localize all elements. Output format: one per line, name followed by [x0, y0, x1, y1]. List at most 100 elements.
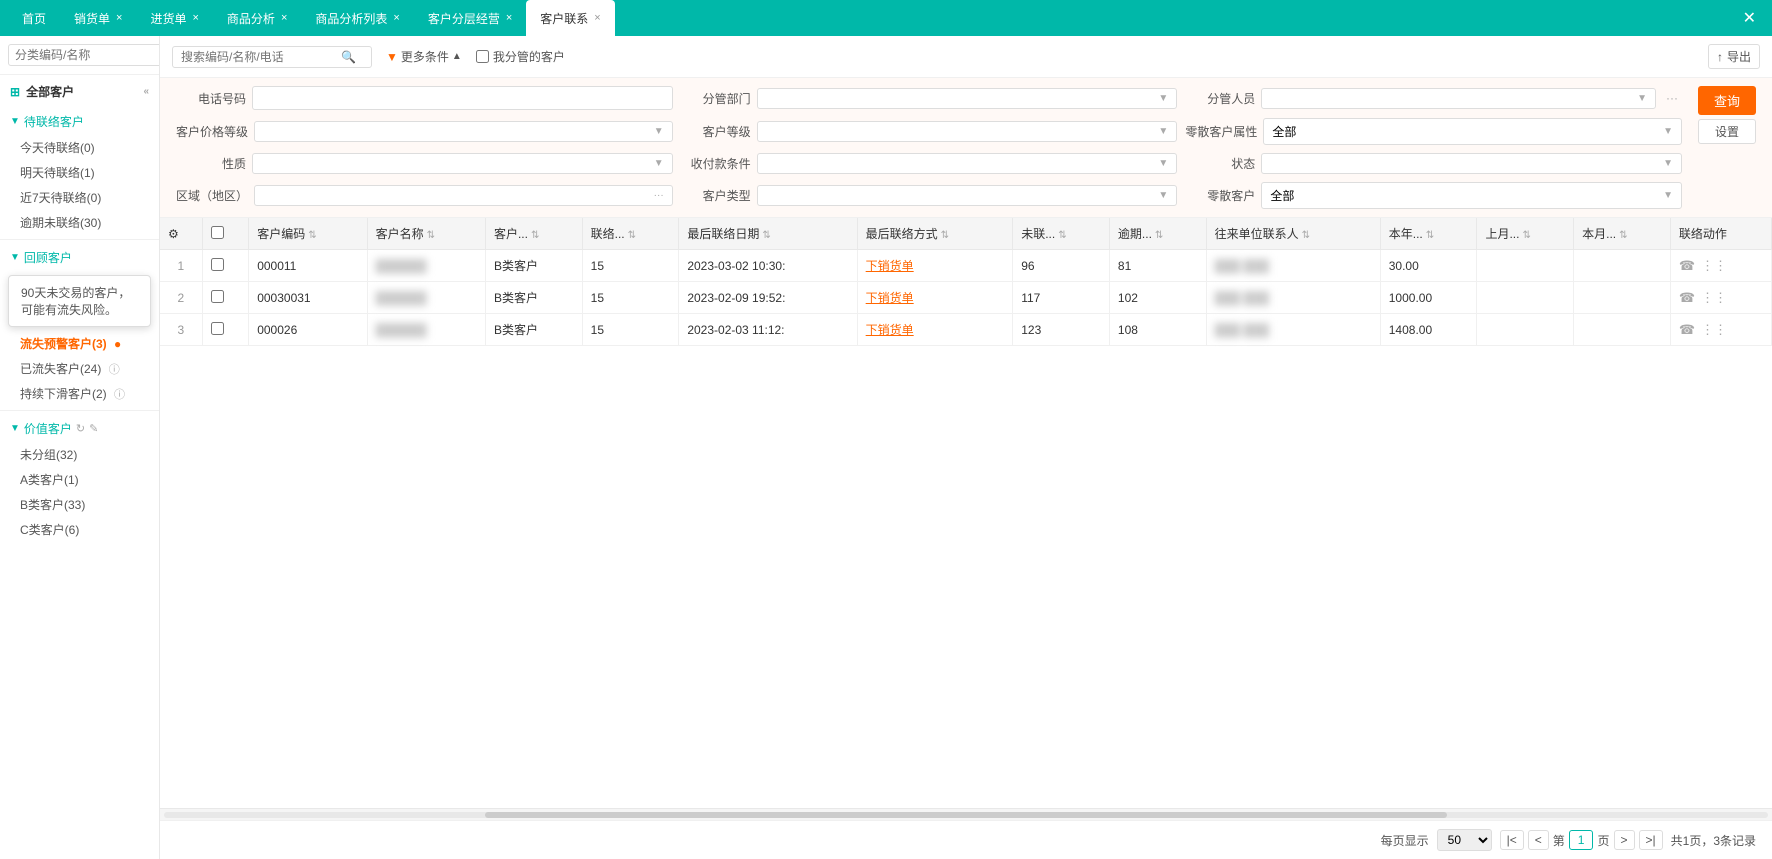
status-select[interactable]: ▼: [1261, 153, 1682, 174]
dot-indicator: ●: [114, 337, 121, 351]
row-number: 1: [160, 250, 202, 282]
sort-icon[interactable]: ⇅: [1302, 230, 1310, 241]
dept-select[interactable]: ▼: [757, 88, 1178, 109]
th-last-date: 最后联络日期⇅: [679, 218, 857, 250]
window-close-button[interactable]: ✕: [1735, 8, 1764, 28]
sort-icon[interactable]: ⇅: [628, 230, 636, 241]
th-settings[interactable]: ⚙: [160, 218, 202, 250]
edit-icon[interactable]: ✎: [89, 422, 98, 435]
close-icon[interactable]: ×: [281, 12, 287, 24]
chevron-left-icon[interactable]: «: [143, 86, 149, 97]
th-checkbox[interactable]: [202, 218, 248, 250]
search-input[interactable]: [181, 50, 341, 64]
sidebar-item-today[interactable]: 今天待联络(0): [0, 135, 159, 160]
sort-icon[interactable]: ⇅: [1058, 230, 1066, 241]
sort-icon[interactable]: ⇅: [1522, 230, 1530, 241]
sidebar-item-tomorrow[interactable]: 明天待联络(1): [0, 160, 159, 185]
payment-select[interactable]: ▼: [757, 153, 1178, 174]
sidebar-item-a-class[interactable]: A类客户(1): [0, 467, 159, 492]
horizontal-scrollbar[interactable]: [160, 808, 1772, 820]
sidebar-group-value[interactable]: ▼ 价值客户 ↻ ✎: [0, 415, 159, 442]
customer-type-select[interactable]: ▼: [757, 185, 1178, 206]
sidebar-item-churn-warning[interactable]: 流失预警客户(3) ●: [0, 331, 159, 356]
sort-icon[interactable]: ⇅: [427, 230, 435, 241]
row-checkbox-cell[interactable]: [202, 250, 248, 282]
tab-purchase[interactable]: 进货单 ×: [136, 0, 212, 36]
prev-page-button[interactable]: <: [1528, 830, 1549, 850]
contact-method-link[interactable]: 下销货单: [866, 291, 914, 305]
query-button[interactable]: 查询: [1698, 86, 1756, 115]
sort-icon[interactable]: ⇅: [1619, 230, 1627, 241]
tab-home[interactable]: 首页: [8, 0, 60, 36]
close-icon[interactable]: ×: [393, 12, 399, 24]
my-customers-checkbox-label[interactable]: 我分管的客户: [476, 48, 565, 65]
contact-action-icon[interactable]: ☎: [1679, 322, 1695, 338]
tab-customer-tier[interactable]: 客户分层经营 ×: [414, 0, 526, 36]
more-filter-button[interactable]: ▼ 更多条件 ▲: [380, 45, 468, 68]
sort-icon[interactable]: ⇅: [941, 230, 949, 241]
contact-method-link[interactable]: 下销货单: [866, 323, 914, 337]
row-checkbox[interactable]: [211, 322, 224, 335]
th-contact-count: 联络...⇅: [582, 218, 679, 250]
tab-customer-contact[interactable]: 客户联系 ×: [526, 0, 614, 36]
more-action-icon[interactable]: ⋮⋮: [1701, 258, 1727, 274]
refresh-icon[interactable]: ↻: [76, 422, 85, 435]
last-month-cell: [1477, 250, 1574, 282]
my-customers-checkbox[interactable]: [476, 50, 489, 63]
more-action-icon[interactable]: ⋮⋮: [1701, 322, 1727, 338]
select-all-checkbox[interactable]: [211, 226, 224, 239]
sort-icon[interactable]: ⇅: [1155, 230, 1163, 241]
sidebar-item-overdue[interactable]: 逾期未联络(30): [0, 210, 159, 235]
page-size-select[interactable]: 50 100: [1437, 829, 1492, 851]
sort-icon[interactable]: ⇅: [1426, 230, 1434, 241]
sidebar-item-churned[interactable]: 已流失客户(24) ⓘ: [0, 356, 159, 381]
tab-sales[interactable]: 销货单 ×: [60, 0, 136, 36]
sidebar-group-pending[interactable]: ▼ 待联络客户: [0, 108, 159, 135]
sort-icon[interactable]: ⇅: [531, 230, 539, 241]
region-select[interactable]: ···: [254, 185, 673, 206]
row-checkbox[interactable]: [211, 258, 224, 271]
sidebar-item-ungroup[interactable]: 未分组(32): [0, 442, 159, 467]
first-page-button[interactable]: |<: [1500, 830, 1524, 850]
gender-select[interactable]: ▼: [252, 153, 673, 174]
row-checkbox-cell[interactable]: [202, 314, 248, 346]
tab-product-analysis[interactable]: 商品分析 ×: [213, 0, 301, 36]
sidebar-item-b-class[interactable]: B类客户(33): [0, 492, 159, 517]
sidebar-item-7days[interactable]: 近7天待联络(0): [0, 185, 159, 210]
more-options-icon[interactable]: ···: [1662, 91, 1682, 105]
close-icon[interactable]: ×: [594, 12, 600, 24]
divider: [0, 239, 159, 240]
sidebar-item-c-class[interactable]: C类客户(6): [0, 517, 159, 542]
sidebar-search-input[interactable]: [8, 44, 160, 66]
settings-button[interactable]: 设置: [1698, 119, 1756, 144]
sidebar-group-review[interactable]: ▼ 回顾客户: [0, 244, 159, 271]
scrollbar-thumb[interactable]: [485, 812, 1447, 818]
phone-input[interactable]: [252, 86, 673, 110]
sidebar-item-declining[interactable]: 持续下滑客户(2) ⓘ: [0, 381, 159, 406]
customer-level-select[interactable]: ▼: [757, 121, 1178, 142]
close-icon[interactable]: ×: [116, 12, 122, 24]
contact-method-link[interactable]: 下销货单: [866, 259, 914, 273]
last-page-button[interactable]: >|: [1639, 830, 1663, 850]
price-level-select[interactable]: ▼: [254, 121, 673, 142]
contact-action-icon[interactable]: ☎: [1679, 290, 1695, 306]
more-action-icon[interactable]: ⋮⋮: [1701, 290, 1727, 306]
sidebar-all-customers[interactable]: ⊞ 全部客户 «: [0, 75, 159, 108]
info-icon: ⓘ: [114, 389, 125, 401]
zero-attr-select[interactable]: 全部 ▼: [1263, 118, 1682, 145]
close-icon[interactable]: ×: [506, 12, 512, 24]
filter-row-3: 性质 ▼ 收付款条件 ▼: [176, 153, 1682, 174]
row-checkbox-cell[interactable]: [202, 282, 248, 314]
export-button[interactable]: ↑ 导出: [1708, 44, 1760, 69]
tab-product-list[interactable]: 商品分析列表 ×: [301, 0, 413, 36]
contact-action-icon[interactable]: ☎: [1679, 258, 1695, 274]
zero-customer-select[interactable]: 全部 ▼: [1261, 182, 1682, 209]
search-icon[interactable]: 🔍: [341, 50, 356, 64]
close-icon[interactable]: ×: [192, 12, 198, 24]
sort-icon[interactable]: ⇅: [762, 230, 770, 241]
sort-icon[interactable]: ⇅: [308, 230, 316, 241]
next-page-button[interactable]: >: [1614, 830, 1635, 850]
row-checkbox[interactable]: [211, 290, 224, 303]
last-month-cell: [1477, 282, 1574, 314]
staff-select[interactable]: ▼: [1261, 88, 1656, 109]
